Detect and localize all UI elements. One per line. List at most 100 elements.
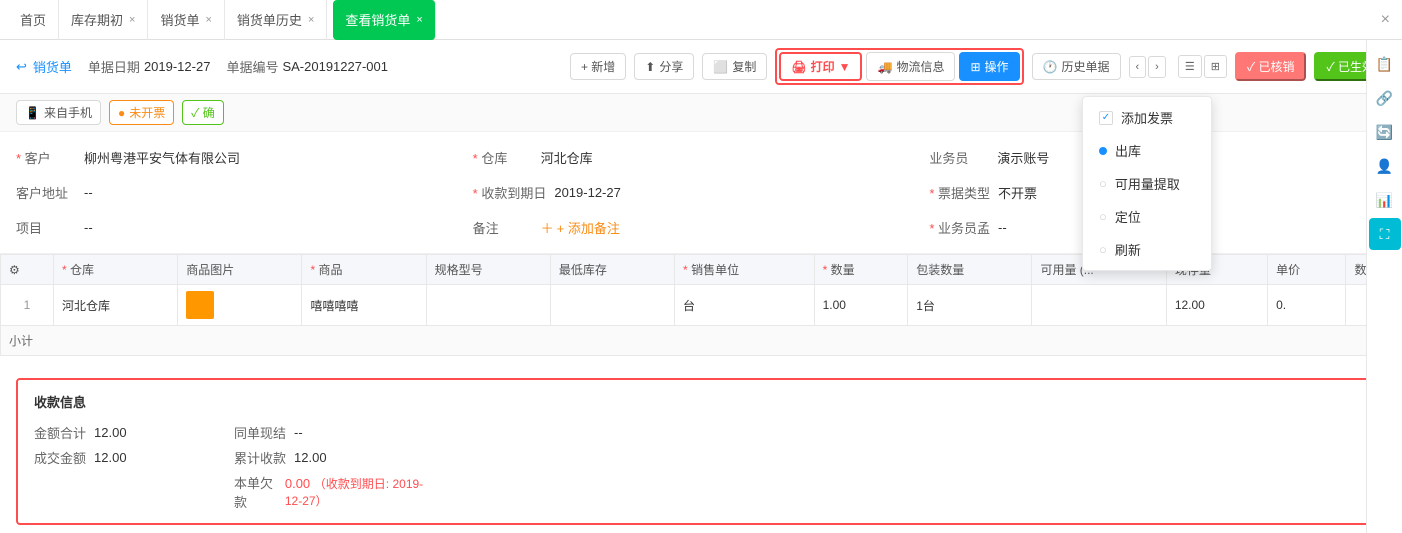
- history-button[interactable]: 🕐 历史单据: [1032, 53, 1121, 80]
- sidebar-user-icon[interactable]: 👤: [1369, 150, 1401, 182]
- history-icon: 🕐: [1043, 60, 1058, 74]
- list-view-icon[interactable]: ☰: [1178, 55, 1202, 78]
- col-product: 商品: [302, 255, 426, 285]
- due-date-row: 收款到期日 2019-12-27: [473, 179, 930, 206]
- add-note-button[interactable]: ＋ + 添加备注: [541, 218, 620, 237]
- circle-icon-available: ○: [1099, 176, 1107, 191]
- share-icon: ⬆: [645, 60, 655, 74]
- current-due-label: 本单欠款: [234, 473, 277, 511]
- col-qty: 数量: [814, 255, 908, 285]
- copy-button[interactable]: ⬜ 复制: [702, 53, 767, 80]
- tab-close-history[interactable]: ×: [308, 14, 314, 26]
- doc-actions: + 新增 ⬆ 分享 ⬜ 复制 🖨 打印 ▼ 🚚 物流信息: [570, 48, 1386, 85]
- staff-label: 业务员: [929, 148, 989, 167]
- from-phone-button[interactable]: 📱 来自手机: [16, 100, 101, 125]
- current-due-value: 0.00 （收款到期日: 2019-12-27）: [285, 475, 434, 509]
- transaction-item: 成交金额 12.00: [34, 448, 234, 467]
- address-value: --: [84, 185, 93, 200]
- main-close-button[interactable]: ×: [1381, 11, 1390, 29]
- phone-icon: 📱: [25, 106, 40, 120]
- same-order-value: --: [294, 425, 303, 440]
- row-spec: [426, 285, 550, 326]
- tab-sales-order[interactable]: 销货单 ×: [148, 0, 224, 40]
- tab-close-inventory[interactable]: ×: [129, 14, 135, 26]
- prev-arrow[interactable]: ‹: [1129, 56, 1147, 78]
- sidebar-link-icon[interactable]: 🔗: [1369, 82, 1401, 114]
- customer-label: 客户: [16, 148, 76, 167]
- logistics-button[interactable]: 🚚 物流信息: [866, 52, 955, 81]
- checkbox-icon: ✓: [1099, 111, 1113, 125]
- project-label: 项目: [16, 218, 76, 237]
- cumulative-label: 累计收款: [234, 448, 286, 467]
- print-dropdown-arrow: ▼: [839, 60, 851, 74]
- product-image: [186, 291, 214, 319]
- circle-icon-locate: ○: [1099, 209, 1107, 224]
- row-qty: 1.00: [814, 285, 908, 326]
- same-order-label: 同单现结: [234, 423, 286, 442]
- next-arrow[interactable]: ›: [1148, 56, 1166, 78]
- note-label: 备注: [473, 218, 533, 237]
- address-label: 客户地址: [16, 183, 76, 202]
- grid-view-icon[interactable]: ⊞: [1204, 55, 1227, 78]
- sold-button[interactable]: ✓ 已核销: [1235, 52, 1307, 81]
- sidebar-chart-icon[interactable]: 📊: [1369, 184, 1401, 216]
- plus-icon: ＋: [541, 218, 554, 237]
- summary-title: 收款信息: [34, 392, 1368, 411]
- row-stock: 12.00: [1166, 285, 1267, 326]
- tab-home[interactable]: 首页: [8, 0, 59, 40]
- new-button[interactable]: + 新增: [570, 53, 626, 80]
- col-price: 单价: [1268, 255, 1346, 285]
- product-table-wrap: ⚙ 仓库 商品图片 商品 规格型号 最低库存 销售单位 数量 包装数量 可用量 …: [0, 254, 1402, 370]
- row-num: 1: [1, 285, 54, 326]
- customer-value: 柳州粤港平安气体有限公司: [84, 148, 240, 167]
- dropdown-locate[interactable]: ○ 定位: [1083, 200, 1211, 233]
- customer-row: 客户 柳州粤港平安气体有限公司: [16, 144, 473, 171]
- ticket-icon: ●: [118, 106, 125, 120]
- current-due-item: 本单欠款 0.00 （收款到期日: 2019-12-27）: [234, 473, 434, 511]
- sidebar-refresh-icon[interactable]: 🔄: [1369, 116, 1401, 148]
- doc-date-meta: 单据日期 2019-12-27: [88, 57, 211, 76]
- share-button[interactable]: ⬆ 分享: [634, 53, 694, 80]
- ticket-type-label: 票据类型: [929, 183, 990, 202]
- summary-box: 收款信息 金额合计 12.00 同单现结 -- 成交金额 12.00 累计收款 …: [16, 378, 1386, 525]
- project-row: 项目 --: [16, 214, 473, 241]
- total-value: 12.00: [94, 425, 127, 440]
- col-img: 商品图片: [178, 255, 302, 285]
- col-settings[interactable]: ⚙: [1, 255, 54, 285]
- ticket-type-value: 不开票: [998, 183, 1037, 202]
- tab-close-sales[interactable]: ×: [205, 14, 211, 26]
- salesperson-label: 业务员孟: [929, 218, 990, 237]
- due-date-label: 收款到期日: [473, 183, 547, 202]
- row-unit: 台: [675, 285, 815, 326]
- dropdown-outbound[interactable]: 出库: [1083, 134, 1211, 167]
- salesperson-value: --: [998, 220, 1007, 235]
- dropdown-refresh[interactable]: ○ 刷新: [1083, 233, 1211, 266]
- col-unit: 销售单位: [675, 255, 815, 285]
- tab-close-view[interactable]: ×: [416, 14, 422, 26]
- tab-view-sales[interactable]: 查看销货单 ×: [333, 0, 435, 40]
- sidebar-doc-icon[interactable]: 📋: [1369, 48, 1401, 80]
- warehouse-label: 仓库: [473, 148, 533, 167]
- view-icons: ☰ ⊞: [1178, 55, 1227, 78]
- transaction-value: 12.00: [94, 450, 127, 465]
- tab-inventory-init[interactable]: 库存期初 ×: [59, 0, 148, 40]
- confirm-button[interactable]: ✓ 确: [182, 100, 224, 125]
- row-min-stock: [550, 285, 674, 326]
- doc-icon: ↩: [16, 59, 27, 75]
- transaction-label: 成交金额: [34, 448, 86, 467]
- not-open-button[interactable]: ● 未开票: [109, 100, 174, 125]
- operations-dropdown: ✓ 添加发票 出库 ○ 可用量提取 ○ 定位 ○ 刷新: [1082, 96, 1212, 271]
- operations-button[interactable]: ⊞ 操作: [959, 52, 1019, 81]
- tab-sales-history[interactable]: 销货单历史 ×: [225, 0, 327, 40]
- col-min-stock: 最低库存: [550, 255, 674, 285]
- cumulative-value: 12.00: [294, 450, 327, 465]
- dropdown-available[interactable]: ○ 可用量提取: [1083, 167, 1211, 200]
- row-product: 嘻嘻嘻嘻: [302, 285, 426, 326]
- warehouse-row: 仓库 河北仓库: [473, 144, 930, 171]
- total-item: 金额合计 12.00: [34, 423, 234, 442]
- row-price: 0.: [1268, 285, 1346, 326]
- dropdown-add-invoice[interactable]: ✓ 添加发票: [1083, 101, 1211, 134]
- nav-arrows: ‹ ›: [1129, 56, 1166, 78]
- print-button[interactable]: 🖨 打印 ▼: [779, 52, 862, 81]
- sidebar-expand-icon[interactable]: ⛶: [1369, 218, 1401, 250]
